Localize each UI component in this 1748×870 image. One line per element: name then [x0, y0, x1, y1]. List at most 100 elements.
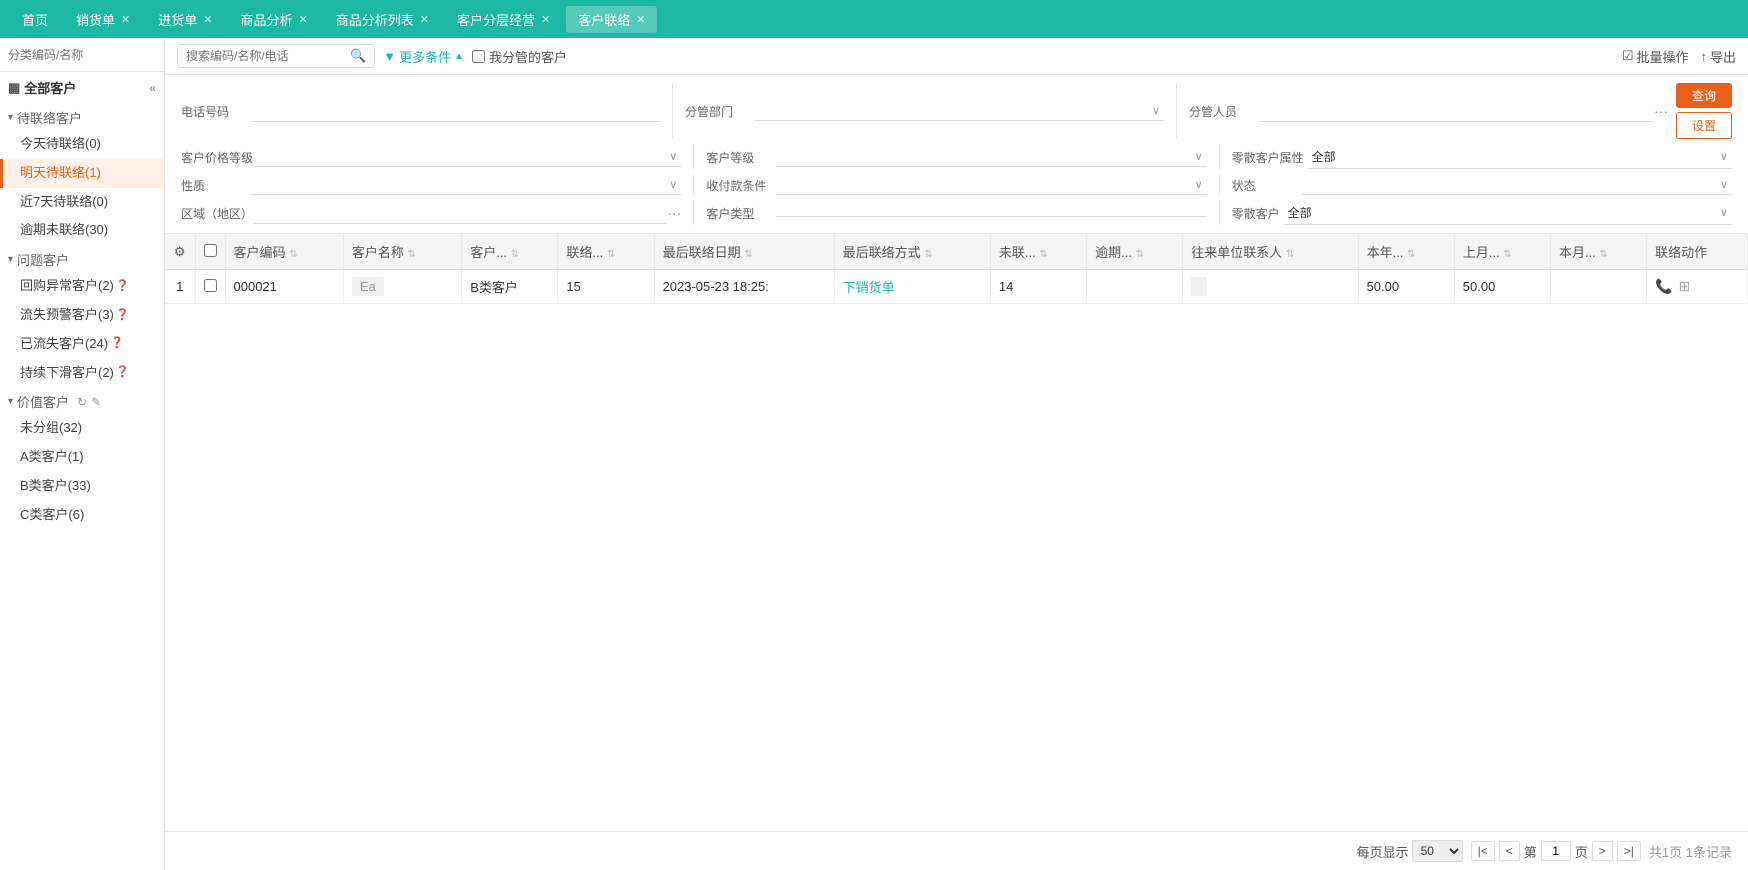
sidebar-item-tomorrow-contact[interactable]: 明天待联络(1)	[0, 159, 164, 188]
filter-price-level-select[interactable]: ∨	[253, 147, 681, 167]
customer-table: ⚙ 客户编码 ⇅ 客户名称 ⇅ 客户... ⇅	[165, 234, 1748, 304]
filter-nature-field: 性质 ∨	[181, 175, 681, 195]
search-button[interactable]: 🔍	[350, 48, 366, 64]
sort-icon[interactable]: ⇅	[1407, 249, 1415, 260]
nav-sales-order[interactable]: 销货单 ✕	[64, 6, 142, 33]
filter-status-select[interactable]: ∨	[1302, 175, 1732, 195]
sort-icon[interactable]: ⇅	[1503, 249, 1511, 260]
prev-page-button[interactable]: <	[1499, 841, 1520, 861]
nav-product-analysis-list[interactable]: 商品分析列表 ✕	[324, 6, 441, 33]
filter-region-input[interactable]	[253, 203, 667, 224]
sort-icon[interactable]: ⇅	[289, 249, 297, 260]
filter-person-input[interactable]	[1259, 101, 1654, 122]
sort-icon[interactable]: ⇅	[1599, 249, 1607, 260]
first-page-button[interactable]: |<	[1471, 841, 1495, 861]
sidebar-group-value-customer[interactable]: 价值客户 ↻ ✎	[0, 387, 164, 414]
table-row: 1 000021 Ea B类客户	[165, 270, 1748, 304]
all-customers-header[interactable]: ▦ 全部客户 «	[0, 72, 164, 103]
settings-button[interactable]: 设置	[1676, 112, 1732, 139]
sidebar-item-class-b[interactable]: B类客户(33)	[0, 472, 164, 501]
filter-row-2: 客户价格等级 ∨ 客户等级 ∨ 零散客户属性	[181, 145, 1732, 169]
sidebar-item-declining[interactable]: 持续下滑客户(2) ❓	[0, 359, 164, 388]
sidebar-item-churn-warning[interactable]: 流失预警客户(3) ❓	[0, 301, 164, 330]
row-last-month: 50.00	[1454, 270, 1550, 304]
filter-payment-select[interactable]: ∨	[776, 175, 1206, 195]
filter-customer-type-field: 客户类型	[706, 205, 1206, 222]
sort-icon[interactable]: ⇅	[407, 249, 415, 260]
sort-icon[interactable]: ⇅	[744, 249, 752, 260]
nav-product-analysis[interactable]: 商品分析 ✕	[228, 6, 319, 33]
close-icon[interactable]: ✕	[541, 13, 550, 26]
sidebar-item-today-contact[interactable]: 今天待联络(0)	[0, 130, 164, 159]
row-code: 000021	[225, 270, 343, 304]
close-icon[interactable]: ✕	[299, 13, 308, 26]
sidebar-group-problem-customer[interactable]: 问题客户	[0, 245, 164, 272]
chevron-down-icon: ∨	[669, 150, 677, 163]
more-filter-button[interactable]: ▼ 更多条件 ▲	[383, 47, 464, 66]
sort-icon[interactable]: ⇅	[607, 249, 615, 260]
sidebar-item-ungrouped[interactable]: 未分组(32)	[0, 414, 164, 443]
filter-retail-customer-select[interactable]: 全部 ∨	[1284, 201, 1732, 225]
refresh-icon[interactable]: ↻	[77, 395, 87, 409]
action-phone-icon[interactable]: 📞	[1655, 278, 1672, 295]
filter-actions: 查询 设置	[1676, 83, 1732, 139]
my-customers-checkbox[interactable]	[472, 50, 485, 63]
sidebar-item-class-c[interactable]: C类客户(6)	[0, 501, 164, 530]
row-checkbox[interactable]	[204, 279, 217, 292]
sort-icon[interactable]: ⇅	[1286, 249, 1294, 260]
filter-customer-level-select[interactable]: ∨	[776, 147, 1206, 167]
nav-purchase-order[interactable]: 进货单 ✕	[146, 6, 224, 33]
export-button[interactable]: ↑ 导出	[1700, 47, 1736, 66]
close-icon[interactable]: ✕	[636, 13, 645, 26]
top-nav: 首页 销货单 ✕ 进货单 ✕ 商品分析 ✕ 商品分析列表 ✕ 客户分层经营 ✕ …	[0, 0, 1748, 38]
content-area: 🔍 ▼ 更多条件 ▲ 我分管的客户 ☑ 批量操作 ↑ 导出	[165, 38, 1748, 870]
chevron-down-icon: ∨	[669, 178, 677, 191]
filter-retail-attr-field: 零散客户属性 全部 ∨	[1232, 145, 1732, 169]
more-options-icon[interactable]: ···	[1654, 103, 1668, 119]
sort-icon[interactable]: ⇅	[1039, 249, 1047, 260]
query-button[interactable]: 查询	[1676, 83, 1732, 108]
close-icon[interactable]: ✕	[420, 13, 429, 26]
sidebar-search-input[interactable]	[8, 48, 163, 62]
select-all-checkbox[interactable]	[204, 244, 217, 257]
filter-phone-input[interactable]	[251, 101, 660, 122]
row-last-contact-date: 2023-05-23 18:25:	[654, 270, 834, 304]
next-page-button[interactable]: >	[1592, 841, 1613, 861]
sidebar-search-wrap: 🔍	[0, 38, 164, 72]
nav-customer-contact[interactable]: 客户联络 ✕	[566, 6, 657, 33]
sidebar-group-pending-contact[interactable]: 待联络客户	[0, 103, 164, 130]
sidebar-item-repurchase-anomaly[interactable]: 回购异常客户(2) ❓	[0, 272, 164, 301]
sidebar-item-churned[interactable]: 已流失客户(24) ❓	[0, 330, 164, 359]
nav-customer-tier[interactable]: 客户分层经营 ✕	[445, 6, 562, 33]
sort-icon[interactable]: ⇅	[1136, 249, 1144, 260]
action-qr-icon[interactable]: ⊞	[1679, 278, 1691, 295]
filter-customer-type-select[interactable]	[776, 210, 1206, 217]
filter-dept-select[interactable]: ∨	[755, 101, 1164, 121]
last-contact-method-link[interactable]: 下销货单	[843, 280, 895, 295]
filter-retail-customer-field: 零散客户 全部 ∨	[1232, 201, 1732, 225]
help-icon: ❓	[116, 278, 130, 296]
sidebar-item-7days-contact[interactable]: 近7天待联络(0)	[0, 188, 164, 217]
sidebar-item-class-a[interactable]: A类客户(1)	[0, 443, 164, 472]
help-icon: ❓	[116, 364, 130, 382]
page-input[interactable]	[1541, 841, 1571, 861]
search-input[interactable]	[186, 49, 346, 63]
page-size-select[interactable]: 50 100	[1412, 840, 1463, 862]
filter-panel: 电话号码 分管部门 ∨ 分管人员 ···	[165, 75, 1748, 234]
filter-retail-attr-select[interactable]: 全部 ∨	[1308, 145, 1732, 169]
help-icon: ❓	[110, 335, 124, 353]
filter-nature-select[interactable]: ∨	[251, 175, 681, 195]
chevron-down-icon: ∨	[1720, 206, 1728, 219]
batch-operation-button[interactable]: ☑ 批量操作	[1622, 47, 1689, 66]
toolbar-right: ☑ 批量操作 ↑ 导出	[1622, 47, 1736, 66]
col-contact-count: 联络... ⇅	[558, 234, 654, 270]
sort-icon[interactable]: ⇅	[924, 249, 932, 260]
more-options-icon[interactable]: ···	[667, 205, 681, 221]
last-page-button[interactable]: >|	[1617, 841, 1641, 861]
sort-icon[interactable]: ⇅	[511, 249, 519, 260]
close-icon[interactable]: ✕	[203, 13, 212, 26]
sidebar-item-overdue-contact[interactable]: 逾期未联络(30)	[0, 216, 164, 245]
edit-icon[interactable]: ✎	[91, 395, 101, 409]
nav-home[interactable]: 首页	[10, 6, 60, 33]
close-icon[interactable]: ✕	[121, 13, 130, 26]
